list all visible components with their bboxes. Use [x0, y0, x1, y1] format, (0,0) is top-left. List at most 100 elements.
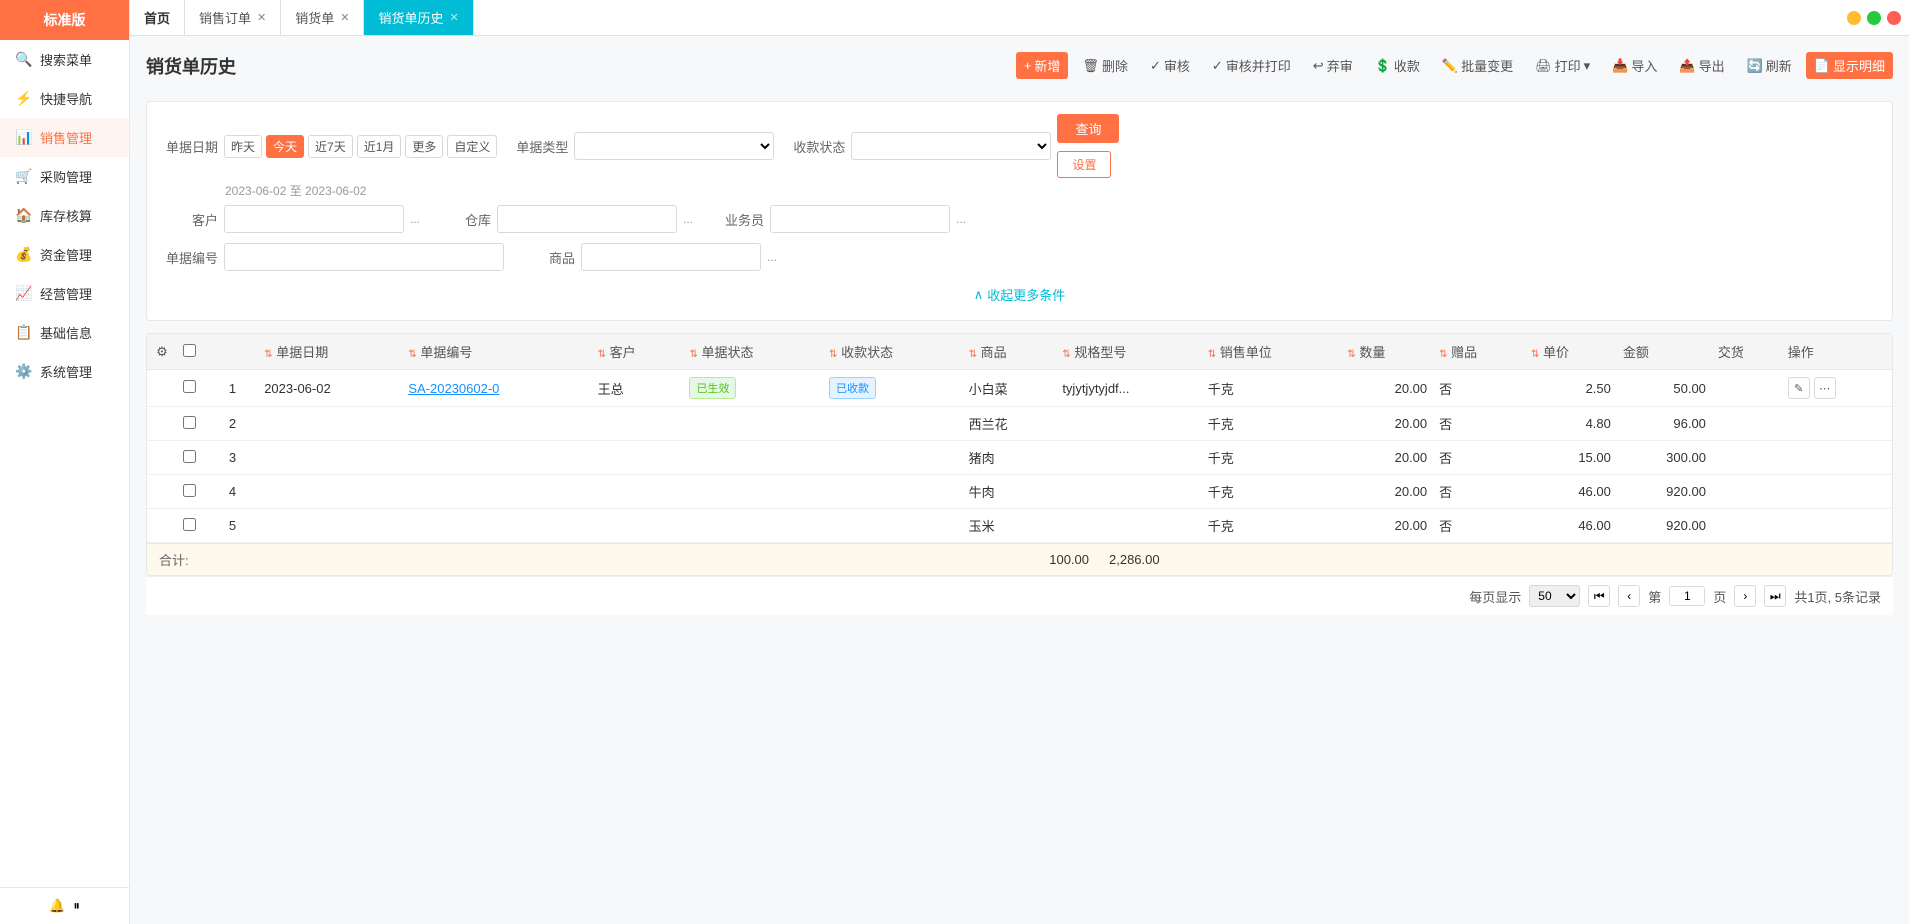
tab-home[interactable]: 首页 [130, 0, 185, 35]
col-amount[interactable]: 金额 [1617, 334, 1712, 370]
add-button[interactable]: + 新增 [1016, 52, 1069, 79]
cell-actions: ✎ ⋯ [1782, 370, 1892, 407]
audit-button[interactable]: ✓ 审核 [1142, 52, 1198, 79]
sort-icon: ⇅ [1347, 349, 1355, 360]
staff-input[interactable] [770, 205, 950, 233]
batch-change-button[interactable]: ✏️ 批量变更 [1434, 52, 1521, 79]
page-size-select[interactable]: 50 100 [1529, 585, 1580, 607]
last-page-button[interactable]: ⏭ [1764, 585, 1786, 607]
col-doc-status[interactable]: ⇅ 单据状态 [683, 334, 823, 370]
sidebar-item-sys-mgmt[interactable]: ⚙️ 系统管理 [0, 352, 129, 391]
doc-no-link[interactable]: SA-20230602-0 [408, 381, 499, 396]
cell-check[interactable] [177, 475, 223, 509]
row-checkbox[interactable] [183, 484, 196, 497]
date-btn-more[interactable]: 更多 [405, 135, 443, 158]
show-detail-button[interactable]: 📄 显示明细 [1806, 52, 1893, 79]
sidebar-item-quick-nav[interactable]: ⚡ 快捷导航 [0, 79, 129, 118]
tab-sales-delivery[interactable]: 销货单 ✕ [281, 0, 364, 35]
col-collect-status[interactable]: ⇅ 收款状态 [823, 334, 963, 370]
next-page-button[interactable]: › [1734, 585, 1756, 607]
goods-input[interactable] [581, 243, 761, 271]
tab-sales-history[interactable]: 销货单历史 ✕ [364, 0, 473, 35]
sidebar-item-search-menu[interactable]: 🔍 搜索菜单 [0, 40, 129, 79]
abandon-button[interactable]: ↩ 弃审 [1305, 52, 1361, 79]
row-checkbox[interactable] [183, 450, 196, 463]
sidebar-item-finance-mgmt[interactable]: 💰 资金管理 [0, 235, 129, 274]
import-button[interactable]: 📥 导入 [1604, 52, 1665, 79]
cell-check[interactable] [177, 509, 223, 543]
col-settings[interactable]: ⚙ [147, 334, 177, 370]
col-customer[interactable]: ⇅ 客户 [592, 334, 684, 370]
sort-icon: ⇅ [1531, 349, 1539, 360]
delete-button[interactable]: 🗑 删除 [1074, 52, 1136, 79]
customer-input[interactable] [224, 205, 404, 233]
audit-print-button[interactable]: ✓ 审核并打印 [1204, 52, 1299, 79]
tab-sales-order-label: 销售订单 [199, 8, 251, 27]
sidebar-item-purchase-mgmt[interactable]: 🛒 采购管理 [0, 157, 129, 196]
col-doc-no[interactable]: ⇅ 单据编号 [402, 334, 591, 370]
docno-input[interactable] [224, 243, 504, 271]
select-all-checkbox[interactable] [183, 344, 196, 357]
col-gift[interactable]: ⇅ 赠品 [1433, 334, 1525, 370]
warehouse-input[interactable] [497, 205, 677, 233]
minimize-button[interactable] [1847, 11, 1861, 25]
settings-button[interactable]: 设置 [1057, 151, 1111, 178]
more-action-btn[interactable]: ⋯ [1814, 377, 1836, 399]
export-button[interactable]: 📤 导出 [1671, 52, 1732, 79]
close-sales-order-tab[interactable]: ✕ [257, 11, 266, 24]
current-page-input[interactable]: 1 [1669, 586, 1705, 606]
warehouse-ellipsis-btn[interactable]: ... [683, 212, 693, 226]
cell-check[interactable] [177, 407, 223, 441]
date-btn-yesterday[interactable]: 昨天 [224, 135, 262, 158]
maximize-button[interactable] [1867, 11, 1881, 25]
date-btn-last1m[interactable]: 近1月 [357, 135, 402, 158]
sidebar-item-sales-mgmt[interactable]: 📊 销售管理 [0, 118, 129, 157]
goods-ellipsis-btn[interactable]: ... [767, 250, 777, 264]
window-close-button[interactable] [1887, 11, 1901, 25]
date-btn-today[interactable]: 今天 [266, 135, 304, 158]
col-goods[interactable]: ⇅ 商品 [963, 334, 1057, 370]
col-sales-unit[interactable]: ⇅ 销售单位 [1202, 334, 1342, 370]
notification-icon[interactable]: 🔔 [49, 898, 65, 914]
col-check[interactable] [177, 334, 223, 370]
close-sales-history-tab[interactable]: ✕ [450, 11, 459, 24]
table-footer: 合计: 100.00 2,286.00 [147, 543, 1892, 575]
customer-ellipsis-btn[interactable]: ... [410, 212, 420, 226]
close-sales-delivery-tab[interactable]: ✕ [340, 11, 349, 24]
date-btn-last7[interactable]: 近7天 [308, 135, 353, 158]
date-btn-custom[interactable]: 自定义 [447, 135, 497, 158]
col-spec[interactable]: ⇅ 规格型号 [1056, 334, 1201, 370]
row-checkbox[interactable] [183, 518, 196, 531]
print-button[interactable]: 🖨 打印 ▾ [1527, 52, 1598, 79]
edit-action-btn[interactable]: ✎ [1788, 377, 1810, 399]
doc-status-badge: 已生效 [689, 377, 736, 399]
cell-doc-date [258, 441, 402, 475]
col-quantity[interactable]: ⇅ 数量 [1341, 334, 1433, 370]
prev-page-button[interactable]: ‹ [1618, 585, 1640, 607]
cell-spec [1056, 407, 1201, 441]
first-page-button[interactable]: ⏮ [1588, 585, 1610, 607]
tab-sales-order[interactable]: 销售订单 ✕ [185, 0, 281, 35]
doc-type-select[interactable] [574, 132, 774, 160]
query-button[interactable]: 查询 [1057, 114, 1119, 143]
collect-status-select[interactable] [851, 132, 1051, 160]
quick-nav-icon: ⚡ [16, 91, 32, 107]
sidebar-item-ops-mgmt[interactable]: 📈 经营管理 [0, 274, 129, 313]
data-table-container: ⚙ ⇅ 单据日期 ⇅ 单据编号 ⇅ 客户 [146, 333, 1893, 576]
collect-button[interactable]: 💲 收款 [1367, 52, 1428, 79]
sidebar-item-inventory[interactable]: 🏠 库存核算 [0, 196, 129, 235]
col-unit-price[interactable]: ⇅ 单价 [1525, 334, 1617, 370]
staff-ellipsis-btn[interactable]: ... [956, 212, 966, 226]
sidebar-item-basic-info[interactable]: 📋 基础信息 [0, 313, 129, 352]
tab-home-label: 首页 [144, 8, 170, 27]
refresh-button[interactable]: 🔄 刷新 [1739, 52, 1800, 79]
row-checkbox[interactable] [183, 416, 196, 429]
cell-check[interactable] [177, 441, 223, 475]
total-amount: 2,286.00 [1109, 552, 1160, 567]
pause-icon[interactable]: ⏸ [73, 898, 80, 914]
row-checkbox[interactable] [183, 380, 196, 393]
col-doc-date[interactable]: ⇅ 单据日期 [258, 334, 402, 370]
collapse-filter-btn[interactable]: ∧ 收起更多条件 [163, 281, 1876, 308]
cell-check[interactable] [177, 370, 223, 407]
cell-amount: 96.00 [1617, 407, 1712, 441]
